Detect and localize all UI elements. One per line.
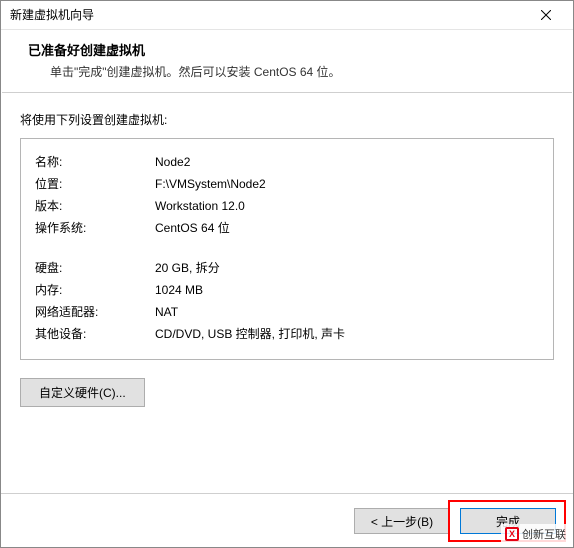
setting-label: 版本: xyxy=(35,195,155,217)
setting-row: 操作系统: CentOS 64 位 xyxy=(35,217,539,239)
setting-row: 硬盘: 20 GB, 拆分 xyxy=(35,257,539,279)
page-subtitle: 单击"完成"创建虚拟机。然后可以安装 CentOS 64 位。 xyxy=(28,63,552,80)
customize-hardware-button[interactable]: 自定义硬件(C)... xyxy=(20,378,145,407)
setting-value: NAT xyxy=(155,301,178,323)
watermark-text: 创新互联 xyxy=(522,526,566,542)
setting-value: CentOS 64 位 xyxy=(155,217,230,239)
setting-value: 1024 MB xyxy=(155,279,203,301)
watermark-logo-icon: X xyxy=(505,527,519,541)
wizard-footer: < 上一步(B) 完成 xyxy=(0,493,574,548)
settings-intro: 将使用下列设置创建虚拟机: xyxy=(20,111,554,128)
setting-row: 其他设备: CD/DVD, USB 控制器, 打印机, 声卡 xyxy=(35,323,539,345)
setting-value: CD/DVD, USB 控制器, 打印机, 声卡 xyxy=(155,323,345,345)
setting-label: 网络适配器: xyxy=(35,301,155,323)
setting-label: 位置: xyxy=(35,173,155,195)
setting-value: Workstation 12.0 xyxy=(155,195,245,217)
setting-row: 位置: F:\VMSystem\Node2 xyxy=(35,173,539,195)
close-icon xyxy=(541,10,551,20)
setting-label: 操作系统: xyxy=(35,217,155,239)
window-title: 新建虚拟机向导 xyxy=(10,6,94,23)
setting-value: 20 GB, 拆分 xyxy=(155,257,220,279)
setting-label: 名称: xyxy=(35,151,155,173)
setting-value: Node2 xyxy=(155,151,190,173)
setting-label: 硬盘: xyxy=(35,257,155,279)
titlebar: 新建虚拟机向导 xyxy=(0,0,574,30)
setting-row: 内存: 1024 MB xyxy=(35,279,539,301)
back-button[interactable]: < 上一步(B) xyxy=(354,508,450,534)
wizard-header: 已准备好创建虚拟机 单击"完成"创建虚拟机。然后可以安装 CentOS 64 位… xyxy=(0,30,574,92)
setting-value: F:\VMSystem\Node2 xyxy=(155,173,266,195)
setting-row: 名称: Node2 xyxy=(35,151,539,173)
setting-label: 其他设备: xyxy=(35,323,155,345)
setting-row: 网络适配器: NAT xyxy=(35,301,539,323)
setting-row: 版本: Workstation 12.0 xyxy=(35,195,539,217)
close-button[interactable] xyxy=(526,1,566,29)
page-title: 已准备好创建虚拟机 xyxy=(28,40,552,59)
settings-summary-box: 名称: Node2 位置: F:\VMSystem\Node2 版本: Work… xyxy=(20,138,554,360)
setting-label: 内存: xyxy=(35,279,155,301)
watermark: X 创新互联 xyxy=(501,524,570,544)
wizard-body: 将使用下列设置创建虚拟机: 名称: Node2 位置: F:\VMSystem\… xyxy=(0,93,574,417)
